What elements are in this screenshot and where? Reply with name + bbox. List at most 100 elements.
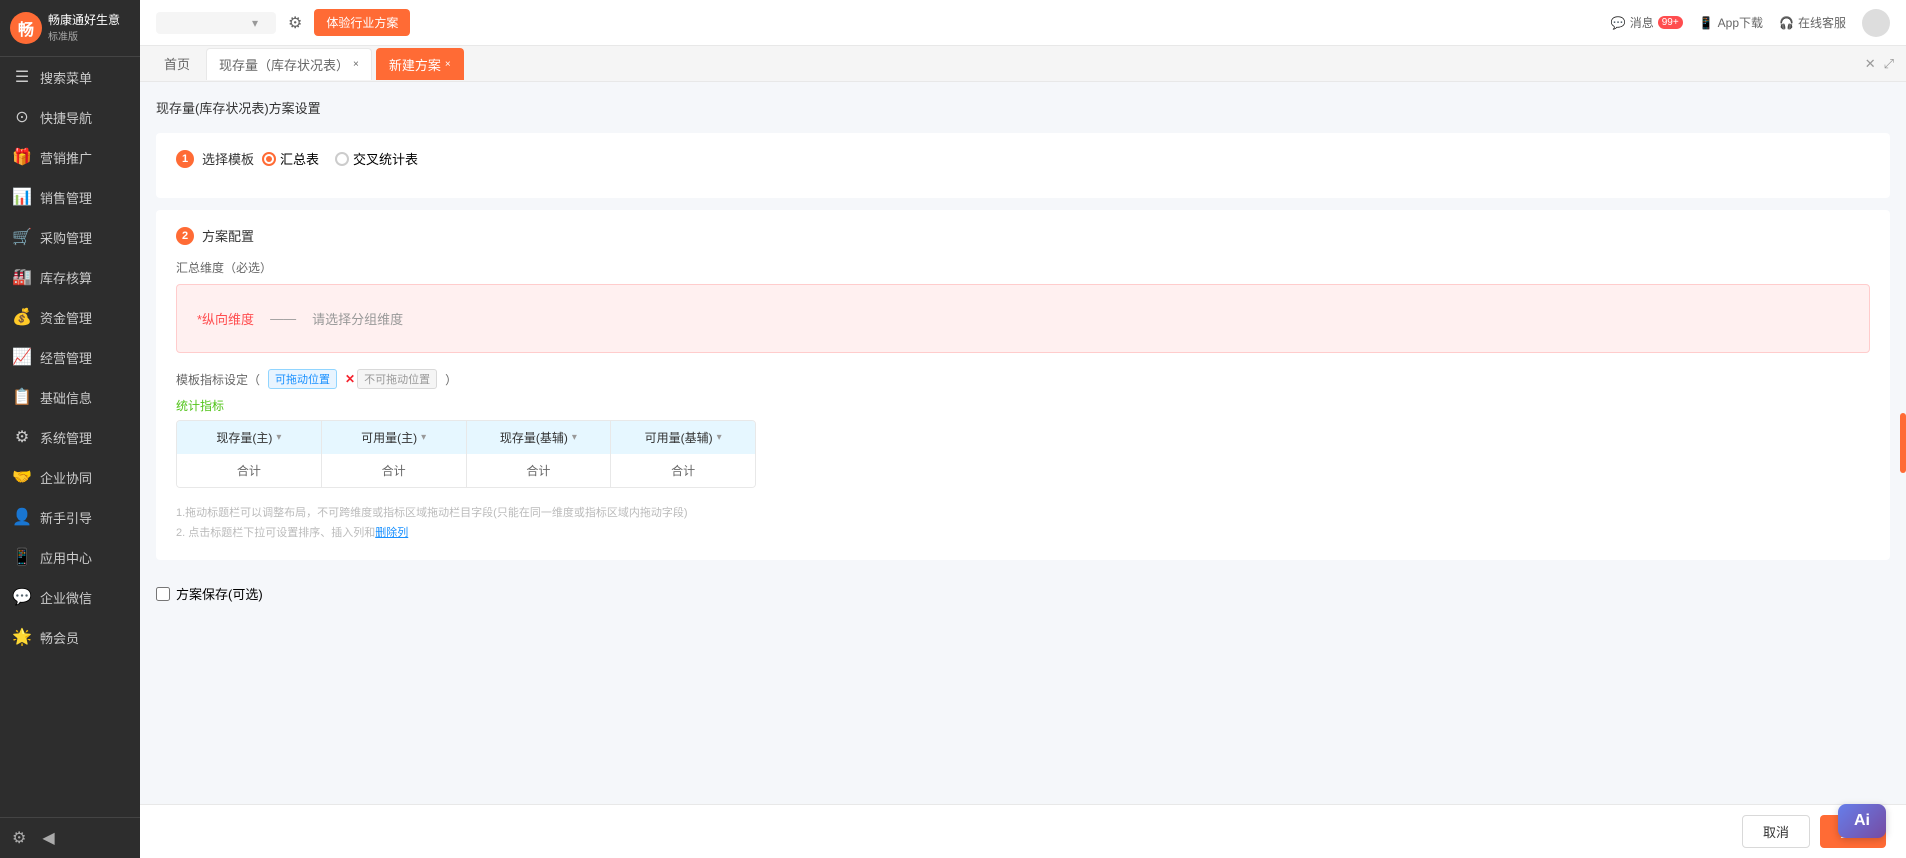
- sidebar-item-label-marketing: 营销推广: [40, 148, 92, 167]
- sidebar-item-label-system: 系统管理: [40, 428, 92, 447]
- topbar-search[interactable]: ▾: [156, 12, 276, 34]
- sidebar-item-icon-apps: 📱: [12, 547, 32, 567]
- stats-col-3[interactable]: 可用量(基辅) ▾: [611, 421, 755, 454]
- sidebar-item-label-wechat: 企业微信: [40, 588, 92, 607]
- tab-expand-icon[interactable]: ⤢: [1884, 56, 1894, 72]
- service-label: 在线客服: [1798, 14, 1846, 31]
- tips: 1.拖动标题栏可以调整布局，不可跨维度或指标区域拖动栏目字段(只能在同一维度或指…: [176, 504, 1870, 540]
- dim-field-label: *纵向维度: [197, 309, 254, 328]
- stats-table-header: 现存量(主) ▾ 可用量(主) ▾ 现存量(基辅) ▾ 可用量(基辅): [177, 421, 755, 454]
- sidebar-logo-text: 畅康通好生意 标准版: [48, 13, 120, 44]
- stats-col-1-down[interactable]: ▾: [421, 432, 426, 443]
- step2-num: 2: [176, 227, 194, 245]
- stats-table-body: 合计 合计 合计 合计: [177, 454, 755, 487]
- step2-header: 2 方案配置: [176, 226, 1870, 245]
- dim-required-area[interactable]: *纵向维度 —— 请选择分组维度: [176, 284, 1870, 353]
- sidebar-bottom: ⚙ ◀: [0, 817, 140, 858]
- sidebar-item-icon-system: ⚙: [12, 427, 32, 447]
- sidebar-item-sales[interactable]: 📊 销售管理: [0, 177, 140, 217]
- sidebar-item-icon-finance: 💰: [12, 307, 32, 327]
- drag-badge: 可拖动位置: [268, 369, 337, 389]
- ai-button[interactable]: Ai: [1838, 804, 1886, 838]
- stats-col-0[interactable]: 现存量(主) ▾: [177, 421, 322, 454]
- stats-col-2-label: 现存量(基辅): [500, 429, 568, 446]
- sidebar-item-cooperation[interactable]: 🤝 企业协同: [0, 457, 140, 497]
- message-label: 消息: [1630, 14, 1654, 31]
- main-area: ▾ ⚙ 体验行业方案 💬 消息 99+ 📱 App下载 🎧 在线客服 首页: [140, 0, 1906, 858]
- search-dropdown-icon[interactable]: ▾: [252, 16, 258, 30]
- tab-home[interactable]: 首页: [152, 48, 202, 79]
- topbar-service[interactable]: 🎧 在线客服: [1779, 14, 1846, 31]
- industry-btn[interactable]: 体验行业方案: [314, 9, 410, 36]
- tab-inventory-close[interactable]: ×: [353, 59, 359, 70]
- stats-col-2[interactable]: 现存量(基辅) ▾: [467, 421, 612, 454]
- sidebar-item-newuser[interactable]: 👤 新手引导: [0, 497, 140, 537]
- step1-header: 1 选择模板 汇总表 交叉统计表: [176, 149, 1870, 168]
- sidebar-item-operations[interactable]: 📈 经营管理: [0, 337, 140, 377]
- settings-icon[interactable]: ⚙: [12, 828, 26, 848]
- topbar-message[interactable]: 💬 消息 99+: [1611, 14, 1683, 31]
- radio-summary-dot: [262, 152, 276, 166]
- sidebar-item-search[interactable]: ☰ 搜索菜单: [0, 57, 140, 97]
- sidebar-item-label-shortcut: 快捷导航: [40, 108, 92, 127]
- save-row: 方案保存(可选): [156, 572, 1890, 615]
- user-avatar[interactable]: [1862, 9, 1890, 37]
- stats-cell-1: 合计: [322, 454, 467, 487]
- toggle-icon[interactable]: ◀: [42, 828, 54, 848]
- sidebar-item-member[interactable]: 🌟 畅会员: [0, 617, 140, 657]
- sidebar-item-icon-search: ☰: [12, 67, 32, 87]
- sidebar-item-label-operations: 经营管理: [40, 348, 92, 367]
- message-badge: 99+: [1658, 16, 1683, 29]
- page-title: 现存量(库存状况表)方案设置: [156, 98, 1890, 117]
- stats-col-0-down[interactable]: ▾: [276, 432, 281, 443]
- sidebar-item-label-newuser: 新手引导: [40, 508, 92, 527]
- sidebar: 畅 畅康通好生意 标准版 ☰ 搜索菜单 ⊙ 快捷导航 🎁 营销推广 📊 销售管理…: [0, 0, 140, 858]
- stats-table: 现存量(主) ▾ 可用量(主) ▾ 现存量(基辅) ▾ 可用量(基辅): [176, 420, 756, 488]
- tab-new-scheme-close[interactable]: ×: [445, 59, 451, 70]
- sidebar-item-apps[interactable]: 📱 应用中心: [0, 537, 140, 577]
- tab-collapse-icon[interactable]: ✕: [1865, 56, 1876, 72]
- stats-col-2-down[interactable]: ▾: [572, 432, 577, 443]
- tab-new-scheme[interactable]: 新建方案 ×: [376, 48, 464, 80]
- radio-summary[interactable]: 汇总表: [262, 149, 319, 168]
- sidebar-items: ☰ 搜索菜单 ⊙ 快捷导航 🎁 营销推广 📊 销售管理 🛒 采购管理 🏭 库存核…: [0, 57, 140, 657]
- sidebar-item-label-member: 畅会员: [40, 628, 79, 647]
- delete-col-link[interactable]: 删除列: [375, 527, 408, 539]
- save-checkbox[interactable]: [156, 587, 170, 601]
- sidebar-item-icon-wechat: 💬: [12, 587, 32, 607]
- topbar-right: 💬 消息 99+ 📱 App下载 🎧 在线客服: [1611, 9, 1890, 37]
- sidebar-item-icon-info: 📋: [12, 387, 32, 407]
- sidebar-item-warehouse[interactable]: 🏭 库存核算: [0, 257, 140, 297]
- sidebar-item-system[interactable]: ⚙ 系统管理: [0, 417, 140, 457]
- search-input[interactable]: [166, 16, 246, 30]
- step1-label: 选择模板: [202, 149, 254, 168]
- sidebar-logo: 畅 畅康通好生意 标准版: [0, 0, 140, 57]
- service-icon: 🎧: [1779, 16, 1794, 30]
- indicator-header-text: 模板指标设定（: [176, 371, 260, 388]
- sidebar-item-purchase[interactable]: 🛒 采购管理: [0, 217, 140, 257]
- topbar-gear-icon[interactable]: ⚙: [288, 13, 302, 33]
- sidebar-item-label-info: 基础信息: [40, 388, 92, 407]
- sidebar-item-wechat[interactable]: 💬 企业微信: [0, 577, 140, 617]
- sidebar-item-label-apps: 应用中心: [40, 548, 92, 567]
- stats-cell-0: 合计: [177, 454, 322, 487]
- scroll-handle[interactable]: [1900, 413, 1906, 473]
- sidebar-item-icon-shortcut: ⊙: [12, 107, 32, 127]
- sidebar-item-marketing[interactable]: 🎁 营销推广: [0, 137, 140, 177]
- action-bar: 取消 查询: [140, 804, 1906, 858]
- logo-icon: 畅: [10, 12, 42, 44]
- tab-inventory-label: 现存量（库存状况表）: [219, 55, 349, 74]
- sidebar-item-finance[interactable]: 💰 资金管理: [0, 297, 140, 337]
- stats-col-3-down[interactable]: ▾: [717, 432, 722, 443]
- stats-section-label: 统计指标: [176, 397, 1870, 414]
- tab-home-label: 首页: [164, 54, 190, 73]
- radio-cross[interactable]: 交叉统计表: [335, 149, 418, 168]
- sidebar-item-info[interactable]: 📋 基础信息: [0, 377, 140, 417]
- app-name: 畅康通好生意: [48, 13, 120, 29]
- tab-inventory[interactable]: 现存量（库存状况表） ×: [206, 48, 372, 80]
- cancel-button[interactable]: 取消: [1742, 815, 1810, 848]
- sidebar-item-shortcut[interactable]: ⊙ 快捷导航: [0, 97, 140, 137]
- stats-col-1[interactable]: 可用量(主) ▾: [322, 421, 467, 454]
- content-area: 现存量(库存状况表)方案设置 1 选择模板 汇总表 交叉统计表: [140, 82, 1906, 804]
- topbar-app[interactable]: 📱 App下载: [1699, 14, 1763, 31]
